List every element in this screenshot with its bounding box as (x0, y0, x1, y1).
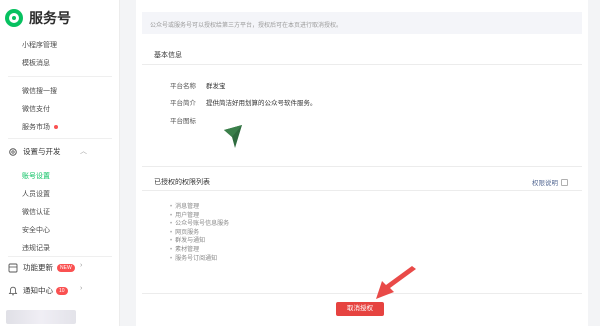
chevron-right-icon[interactable]: › (80, 262, 82, 269)
sidebar-group-label: 通知中心 (23, 286, 53, 295)
basic-info-title: 基本信息 (154, 52, 182, 59)
help-box-icon (561, 178, 568, 186)
section-divider (142, 64, 582, 65)
section-divider (142, 166, 582, 167)
permission-list: 消息管理 用户管理 公众号账号信息服务 网页服务 群发与通知 素材管理 服务号订… (170, 203, 229, 263)
sidebar-item-wechat-pay[interactable]: 微信支付 (22, 104, 50, 114)
platform-name-value: 群发宝 (206, 83, 226, 90)
sidebar-group-label: 功能更新 (23, 263, 53, 272)
platform-name-label: 平台名称 (170, 83, 196, 90)
platform-intro-label: 平台简介 (170, 100, 196, 107)
sidebar-divider (8, 138, 112, 139)
sidebar-item-label: 服务市场 (22, 124, 50, 131)
sidebar-item-wechat-certification[interactable]: 微信认证 (22, 207, 50, 217)
new-badge: NEW (57, 263, 75, 272)
app-title: 服务号 (29, 10, 71, 26)
wechat-logo-icon (5, 9, 23, 27)
section-divider (142, 293, 582, 294)
sidebar-divider (8, 256, 112, 257)
list-item: 群发与通知 (170, 237, 229, 246)
sidebar-item-violations[interactable]: 违规记录 (22, 243, 50, 253)
sidebar-item-security-center[interactable]: 安全中心 (22, 225, 50, 235)
authorization-notice: 公众号或服务号可以授权给第三方平台，授权后可在本页进行取消授权。 (142, 12, 582, 34)
main-panel: 公众号或服务号可以授权给第三方平台，授权后可在本页进行取消授权。 基本信息 平台… (136, 0, 588, 326)
gear-icon (9, 147, 17, 156)
list-item: 公众号账号信息服务 (170, 220, 229, 229)
sidebar-group-label: 设置与开发 (23, 147, 61, 156)
permission-help-label: 权限说明 (532, 180, 558, 187)
list-item: 网页服务 (170, 229, 229, 238)
sidebar: 服务号 小程序管理 模板消息 微信搜一搜 微信支付 服务市场 设置与开发 ︿ 账… (0, 0, 120, 326)
red-arrow-icon (376, 266, 416, 299)
sidebar-item-template-message[interactable]: 模板消息 (22, 58, 50, 68)
sidebar-item-account-settings[interactable]: 账号设置 (22, 171, 50, 181)
notification-count-badge: 10 (56, 286, 68, 295)
sidebar-item-service-market[interactable]: 服务市场 (22, 122, 58, 132)
sidebar-item-wechat-search[interactable]: 微信搜一搜 (22, 86, 57, 96)
chevron-up-icon[interactable]: ︿ (80, 146, 87, 156)
sidebar-group-notifications[interactable]: 通知中心 10 (8, 285, 68, 296)
sidebar-group-settings[interactable]: 设置与开发 (8, 146, 61, 157)
grid-icon (8, 263, 18, 272)
sidebar-divider (8, 76, 112, 77)
chevron-right-icon[interactable]: › (80, 285, 82, 292)
sidebar-item-mini-program[interactable]: 小程序管理 (22, 40, 57, 50)
user-account-blurred[interactable] (6, 310, 76, 324)
sidebar-item-personnel[interactable]: 人员设置 (22, 189, 50, 199)
list-item: 素材管理 (170, 246, 229, 255)
brand[interactable]: 服务号 (5, 8, 71, 28)
cancel-authorization-button[interactable]: 取消授权 (336, 302, 384, 316)
bell-icon (8, 286, 18, 295)
list-item: 服务号订阅通知 (170, 255, 229, 264)
red-dot-icon (54, 125, 58, 130)
permissions-title: 已授权的权限列表 (154, 179, 210, 186)
paper-plane-icon (224, 125, 242, 148)
list-item: 用户管理 (170, 212, 229, 221)
permission-help-link[interactable]: 权限说明 (532, 177, 568, 187)
section-divider (142, 190, 582, 191)
platform-icon-label: 平台图标 (170, 118, 196, 125)
list-item: 消息管理 (170, 203, 229, 212)
platform-intro-value: 提供简洁好用划算的公众号软件服务。 (206, 100, 317, 107)
sidebar-group-updates[interactable]: 功能更新 NEW (8, 262, 75, 273)
